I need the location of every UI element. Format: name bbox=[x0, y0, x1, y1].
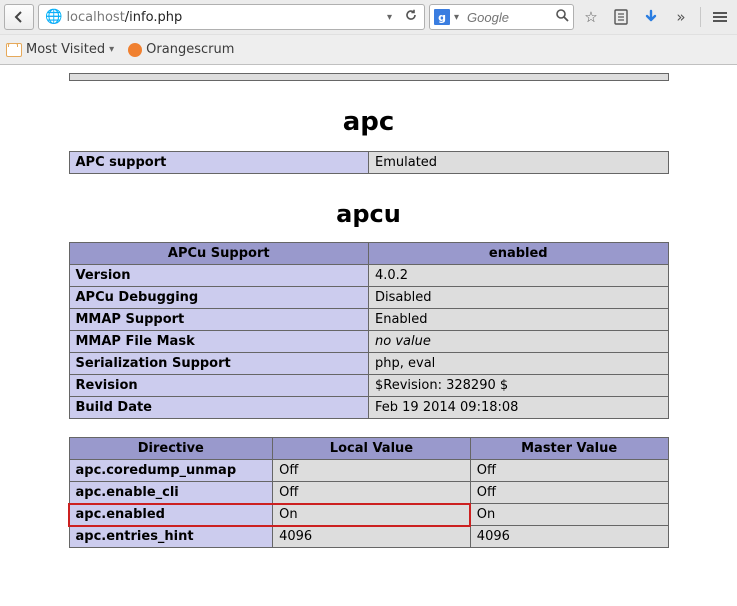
directive-local: 4096 bbox=[273, 526, 471, 548]
apc-support-label: APC support bbox=[69, 152, 369, 174]
row-value: Feb 19 2014 09:18:08 bbox=[369, 397, 669, 419]
chevron-down-icon: ▾ bbox=[109, 44, 118, 55]
bookmark-label: Most Visited bbox=[26, 42, 105, 57]
row-label: Version bbox=[69, 265, 369, 287]
directive-name: apc.entries_hint bbox=[69, 526, 273, 548]
apc-support-value: Emulated bbox=[369, 152, 669, 174]
directive-local: Off bbox=[273, 482, 471, 504]
search-engine-dropdown-icon[interactable]: ▾ bbox=[454, 12, 463, 23]
directive-master: Off bbox=[470, 460, 668, 482]
table-row: Build DateFeb 19 2014 09:18:08 bbox=[69, 397, 668, 419]
search-go-icon[interactable] bbox=[555, 8, 569, 26]
bookmarks-toolbar: Most Visited ▾ Orangescrum bbox=[0, 34, 737, 64]
dir-header-master: Master Value bbox=[470, 438, 668, 460]
table-row: APCu DebuggingDisabled bbox=[69, 287, 668, 309]
table-row: Serialization Supportphp, eval bbox=[69, 353, 668, 375]
table-row: Version4.0.2 bbox=[69, 265, 668, 287]
table-row: apc.coredump_unmapOffOff bbox=[69, 460, 668, 482]
nav-toolbar: 🌐 localhost/info.php ▾ g ▾ ☆ » bbox=[0, 0, 737, 34]
apc-support-table: APC support Emulated bbox=[69, 151, 669, 174]
orangescrum-icon bbox=[128, 43, 142, 57]
directive-name: apc.coredump_unmap bbox=[69, 460, 273, 482]
row-label: MMAP Support bbox=[69, 309, 369, 331]
table-row: MMAP File Maskno value bbox=[69, 331, 668, 353]
browser-chrome: 🌐 localhost/info.php ▾ g ▾ ☆ » bbox=[0, 0, 737, 65]
dir-header-directive: Directive bbox=[69, 438, 273, 460]
search-input[interactable] bbox=[467, 10, 551, 25]
menu-button[interactable] bbox=[707, 4, 733, 30]
row-value: php, eval bbox=[369, 353, 669, 375]
table-row: apc.enable_cliOffOff bbox=[69, 482, 668, 504]
row-value: 4.0.2 bbox=[369, 265, 669, 287]
url-host: localhost/info.php bbox=[66, 10, 182, 25]
apcu-info-table: APCu Support enabled Version4.0.2APCu De… bbox=[69, 242, 669, 419]
toolbar-separator bbox=[700, 7, 701, 27]
directive-local: Off bbox=[273, 460, 471, 482]
dir-header-local: Local Value bbox=[273, 438, 471, 460]
apcu-directives-table: Directive Local Value Master Value apc.c… bbox=[69, 437, 669, 548]
folder-icon bbox=[6, 43, 22, 57]
section-heading-apcu: apcu bbox=[69, 200, 669, 228]
directive-local: On bbox=[273, 504, 471, 526]
section-heading-apc: apc bbox=[69, 107, 669, 137]
table-row: Revision$Revision: 328290 $ bbox=[69, 375, 668, 397]
apcu-header-col2: enabled bbox=[369, 243, 669, 265]
row-value: Enabled bbox=[369, 309, 669, 331]
hamburger-icon bbox=[713, 10, 727, 24]
row-label: Build Date bbox=[69, 397, 369, 419]
row-label: Revision bbox=[69, 375, 369, 397]
page-content: apc APC support Emulated apcu APCu Suppo… bbox=[0, 65, 737, 606]
table-fragment bbox=[69, 73, 669, 81]
row-label: APCu Debugging bbox=[69, 287, 369, 309]
table-row: MMAP SupportEnabled bbox=[69, 309, 668, 331]
directive-master: On bbox=[470, 504, 668, 526]
row-label: MMAP File Mask bbox=[69, 331, 369, 353]
site-identity-icon: 🌐 bbox=[45, 9, 62, 25]
reading-list-icon[interactable] bbox=[608, 4, 634, 30]
row-value: no value bbox=[369, 331, 669, 353]
directive-name: apc.enable_cli bbox=[69, 482, 273, 504]
overflow-button[interactable]: » bbox=[668, 4, 694, 30]
orangescrum-bookmark[interactable]: Orangescrum bbox=[128, 42, 234, 57]
most-visited-bookmark[interactable]: Most Visited ▾ bbox=[6, 42, 118, 57]
search-engine-icon[interactable]: g bbox=[434, 9, 450, 25]
bookmark-star-icon[interactable]: ☆ bbox=[578, 4, 604, 30]
downloads-button[interactable] bbox=[638, 4, 664, 30]
reload-button[interactable] bbox=[400, 8, 422, 26]
table-row: apc.enabledOnOn bbox=[69, 504, 668, 526]
url-bar[interactable]: 🌐 localhost/info.php ▾ bbox=[38, 4, 425, 30]
bookmark-label: Orangescrum bbox=[146, 42, 234, 57]
directive-name: apc.enabled bbox=[69, 504, 273, 526]
table-row: apc.entries_hint40964096 bbox=[69, 526, 668, 548]
search-bar[interactable]: g ▾ bbox=[429, 4, 574, 30]
url-dropdown-icon[interactable]: ▾ bbox=[387, 12, 396, 23]
back-button[interactable] bbox=[4, 4, 34, 30]
row-label: Serialization Support bbox=[69, 353, 369, 375]
apcu-header-col1: APCu Support bbox=[69, 243, 369, 265]
row-value: $Revision: 328290 $ bbox=[369, 375, 669, 397]
directive-master: 4096 bbox=[470, 526, 668, 548]
directive-master: Off bbox=[470, 482, 668, 504]
row-value: Disabled bbox=[369, 287, 669, 309]
